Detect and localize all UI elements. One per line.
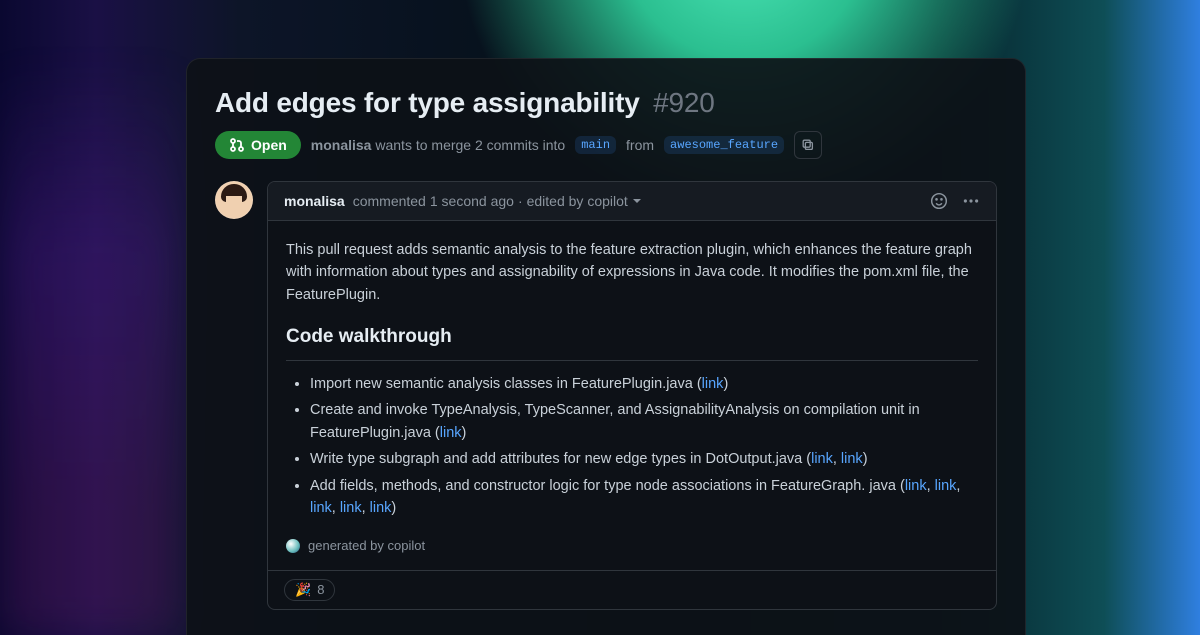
kebab-icon [962, 192, 980, 210]
walkthrough-list: Import new semantic analysis classes in … [286, 373, 978, 520]
copy-icon [801, 138, 815, 152]
code-link[interactable]: link [811, 451, 833, 467]
edited-dropdown[interactable]: edited by copilot [527, 193, 642, 209]
comment-action: commented [353, 193, 426, 209]
list-item: Create and invoke TypeAnalysis, TypeScan… [310, 399, 978, 444]
comment-box: monalisa commented 1 second ago · edited… [267, 181, 997, 610]
comment-sep: · [518, 193, 523, 209]
code-link[interactable]: link [935, 478, 957, 494]
list-item: Write type subgraph and add attributes f… [310, 448, 978, 470]
comment-row: monalisa commented 1 second ago · edited… [215, 181, 997, 610]
emoji-reaction-button[interactable] [930, 192, 948, 210]
avatar[interactable] [215, 181, 253, 219]
kebab-menu-button[interactable] [962, 192, 980, 210]
merge-from-text: from [626, 137, 654, 153]
comment-header: monalisa commented 1 second ago · edited… [268, 182, 996, 221]
copilot-orb-icon [286, 539, 300, 553]
status-badge-open[interactable]: Open [215, 131, 301, 159]
code-link[interactable]: link [841, 451, 863, 467]
smiley-icon [930, 192, 948, 210]
code-link[interactable]: link [905, 478, 927, 494]
list-item: Import new semantic analysis classes in … [310, 373, 978, 395]
reaction-emoji: 🎉 [295, 582, 311, 598]
pr-panel: Add edges for type assignability #920 Op… [186, 58, 1026, 635]
code-link[interactable]: link [440, 425, 462, 441]
pr-title: Add edges for type assignability [215, 87, 640, 118]
generated-label: generated by copilot [308, 536, 425, 556]
comment-body: This pull request adds semantic analysis… [268, 221, 996, 570]
copy-branch-button[interactable] [794, 131, 822, 159]
reaction-pill[interactable]: 🎉 8 [284, 579, 335, 601]
walkthrough-heading: Code walkthrough [286, 322, 978, 360]
base-branch[interactable]: main [575, 136, 616, 154]
background-left-glow [0, 0, 180, 635]
code-link[interactable]: link [702, 376, 724, 392]
status-label: Open [251, 137, 287, 153]
chevron-down-icon [632, 196, 642, 206]
list-item: Add fields, methods, and constructor log… [310, 475, 978, 520]
git-pull-request-icon [229, 137, 245, 153]
comment-header-actions [930, 192, 980, 210]
merge-description: monalisa wants to merge 2 commits into [311, 137, 565, 153]
pr-title-row: Add edges for type assignability #920 [215, 87, 997, 119]
head-branch[interactable]: awesome_feature [664, 136, 784, 154]
pr-meta-row: Open monalisa wants to merge 2 commits i… [215, 131, 997, 159]
pr-author[interactable]: monalisa [311, 137, 372, 153]
pr-number: #920 [653, 87, 715, 118]
comment-time[interactable]: 1 second ago [430, 193, 514, 209]
comment-paragraph: This pull request adds semantic analysis… [286, 239, 978, 306]
comment-author[interactable]: monalisa [284, 193, 345, 209]
edited-label: edited by copilot [527, 193, 628, 209]
code-link[interactable]: link [370, 500, 392, 516]
reaction-count: 8 [317, 582, 324, 597]
generated-by-row: generated by copilot [286, 536, 978, 556]
code-link[interactable]: link [310, 500, 332, 516]
reaction-bar: 🎉 8 [268, 570, 996, 609]
code-link[interactable]: link [340, 500, 362, 516]
